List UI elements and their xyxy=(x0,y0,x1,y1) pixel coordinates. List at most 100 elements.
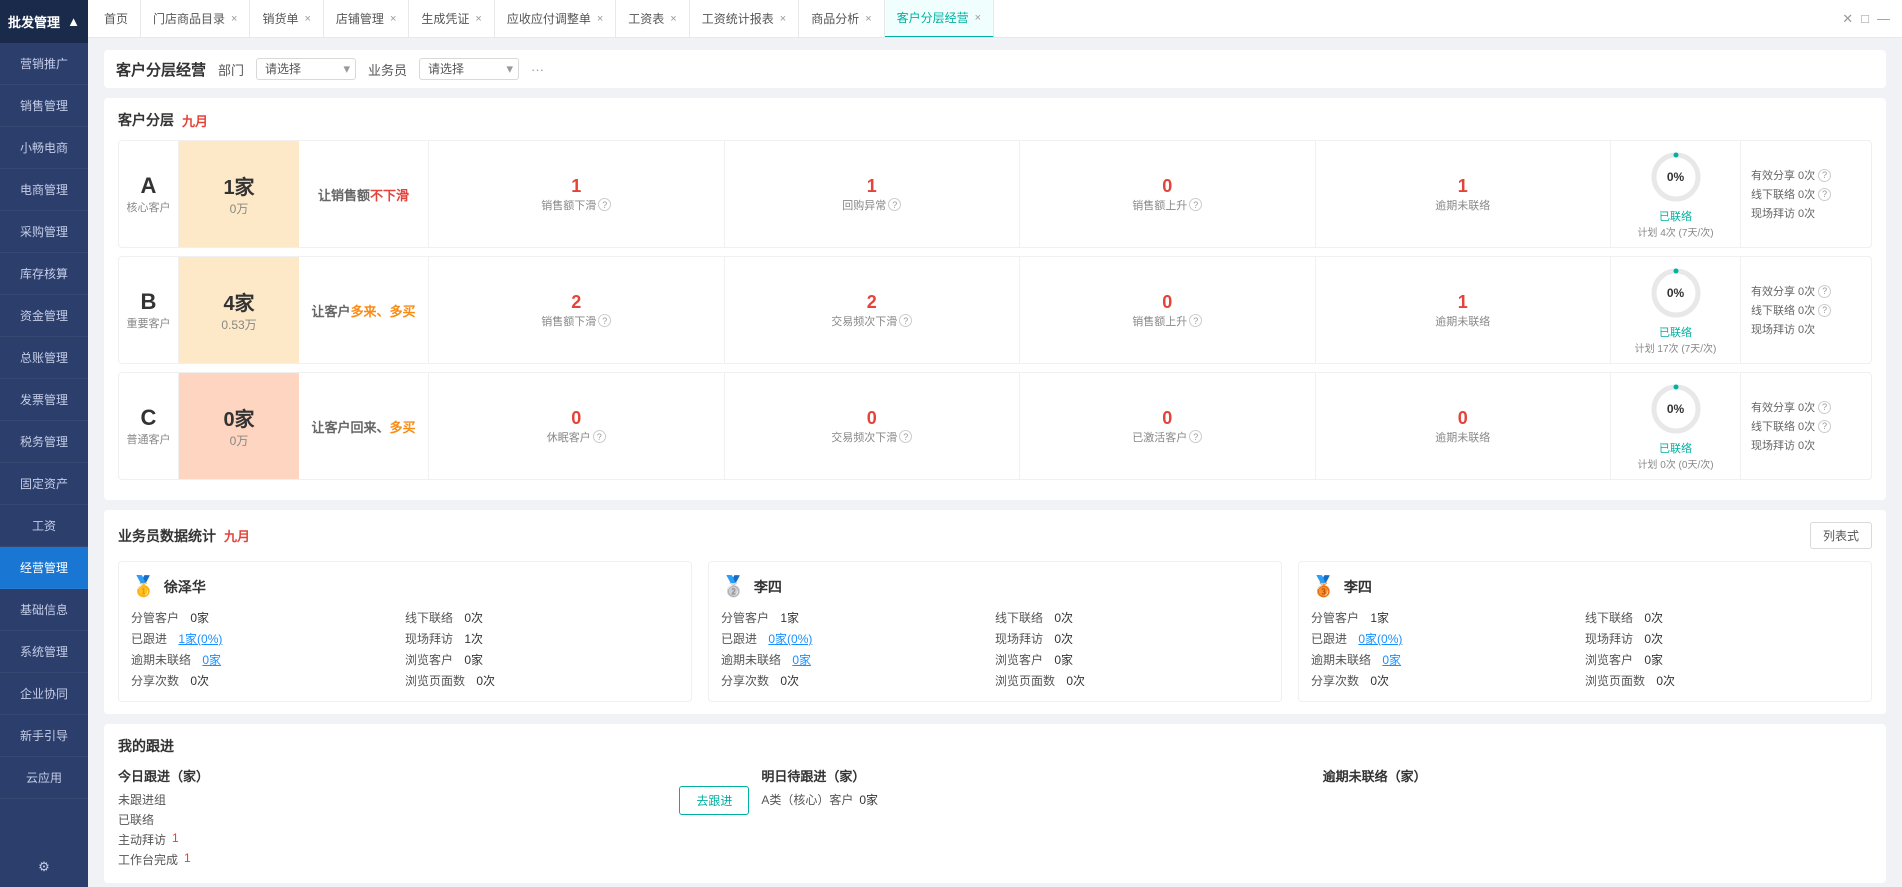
go-followup-button[interactable]: 去跟进 xyxy=(679,786,749,815)
tier-row-b: B 重要客户 4家 0.53万 让客户多来、多买 2 销售额下滑? 2 xyxy=(118,256,1872,364)
tab-store-mgmt[interactable]: 店铺管理× xyxy=(324,0,409,38)
sidebar-item-tax[interactable]: 税务管理 xyxy=(0,421,88,463)
sidebar-item-wage[interactable]: 工资 xyxy=(0,505,88,547)
info-icon-c2[interactable]: ? xyxy=(1189,430,1202,443)
stat-b-1: 线下联络 0次? xyxy=(1751,302,1861,318)
info-icon-a1[interactable]: ? xyxy=(888,198,901,211)
close-tab-store-mgmt[interactable]: × xyxy=(390,13,396,25)
stat-info-a1[interactable]: ? xyxy=(1818,188,1831,201)
metric-a-2-num: 0 xyxy=(1162,176,1172,197)
tab-prev-icon[interactable]: ✕ xyxy=(1842,11,1853,27)
info-icon-b0[interactable]: ? xyxy=(598,314,611,327)
sales-select[interactable]: 请选择 xyxy=(419,58,519,80)
close-tab-ar-adjust[interactable]: × xyxy=(597,13,603,25)
sp-val-0-2[interactable]: 1家(0%) xyxy=(178,630,222,647)
metric-c-2[interactable]: 0 已激活客户? xyxy=(1020,373,1316,479)
sp-header-1: 🥈 李四 xyxy=(721,574,1269,599)
sidebar-item-basic[interactable]: 基础信息 xyxy=(0,589,88,631)
close-tab-payroll-report[interactable]: × xyxy=(780,13,786,25)
metric-a-1[interactable]: 1 回购异常? xyxy=(725,141,1021,247)
sp-row-2-6: 分享次数 0次 xyxy=(1311,672,1585,689)
tab-payroll-report[interactable]: 工资统计报表× xyxy=(690,0,799,38)
sidebar-item-ecommerce[interactable]: 小畅电商 xyxy=(0,127,88,169)
sidebar-collapse-icon[interactable]: ▲ xyxy=(67,14,80,29)
stat-info-b1[interactable]: ? xyxy=(1818,304,1831,317)
sidebar-item-management[interactable]: 经营管理 xyxy=(0,547,88,589)
tab-voucher[interactable]: 生成凭证× xyxy=(409,0,494,38)
sales-title-area: 业务员数据统计 九月 xyxy=(118,526,250,546)
metric-c-1[interactable]: 0 交易频次下滑? xyxy=(725,373,1021,479)
metric-b-2[interactable]: 0 销售额上升? xyxy=(1020,257,1316,363)
tier-stats-c: 有效分享 0次? 线下联络 0次? 现场拜访 0次 xyxy=(1741,373,1871,479)
close-tab-customer-tier[interactable]: × xyxy=(975,12,981,24)
tab-menu-icon[interactable]: — xyxy=(1877,11,1890,26)
close-tab-voucher[interactable]: × xyxy=(475,13,481,25)
sidebar-item-purchase[interactable]: 采购管理 xyxy=(0,211,88,253)
info-icon-b2[interactable]: ? xyxy=(1189,314,1202,327)
sp-val-2-7: 0次 xyxy=(1656,672,1675,689)
info-icon-a2[interactable]: ? xyxy=(1189,198,1202,211)
circle-pct-b: 0% xyxy=(1648,265,1704,321)
stat-info-c0[interactable]: ? xyxy=(1818,401,1831,414)
metric-c-3[interactable]: 0 逾期未联络 xyxy=(1316,373,1612,479)
stat-info-a0[interactable]: ? xyxy=(1818,169,1831,182)
metric-a-3[interactable]: 1 逾期未联络 xyxy=(1316,141,1612,247)
close-tab-payroll[interactable]: × xyxy=(670,13,676,25)
sp-name-0: 徐泽华 xyxy=(164,577,206,597)
followup-overdue-col: 逾期未联络（家） xyxy=(1323,766,1872,791)
tab-customer-tier[interactable]: 客户分层经营× xyxy=(885,0,994,38)
sidebar-item-cloud[interactable]: 云应用 xyxy=(0,757,88,799)
stat-a-0: 有效分享 0次? xyxy=(1751,167,1861,183)
sidebar-item-collab[interactable]: 企业协同 xyxy=(0,673,88,715)
metric-b-3[interactable]: 1 逾期未联络 xyxy=(1316,257,1612,363)
sp-val-1-3: 0次 xyxy=(1054,630,1073,647)
metric-a-2[interactable]: 0 销售额上升? xyxy=(1020,141,1316,247)
metric-a-0[interactable]: 1 销售额下滑? xyxy=(429,141,725,247)
tab-store-products[interactable]: 门店商品目录× xyxy=(141,0,250,38)
sp-val-2-2[interactable]: 0家(0%) xyxy=(1358,630,1402,647)
stat-info-c1[interactable]: ? xyxy=(1818,420,1831,433)
sidebar-gear[interactable]: ⚙ xyxy=(0,847,88,887)
list-view-button[interactable]: 列表式 xyxy=(1810,522,1872,549)
sidebar-item-sales[interactable]: 销售管理 xyxy=(0,85,88,127)
sp-row-1-5: 浏览客户 0家 xyxy=(995,651,1269,668)
sidebar-item-marketing[interactable]: 营销推广 xyxy=(0,43,88,85)
tab-ar-adjust[interactable]: 应收应付调整单× xyxy=(495,0,616,38)
tab-next-icon[interactable]: □ xyxy=(1861,11,1869,26)
sidebar-top[interactable]: 批发管理 ▲ xyxy=(0,0,88,43)
metric-c-0[interactable]: 0 休眠客户? xyxy=(429,373,725,479)
sp-row-0-3: 现场拜访 1次 xyxy=(405,630,679,647)
sidebar-item-inventory[interactable]: 库存核算 xyxy=(0,253,88,295)
info-icon-c0[interactable]: ? xyxy=(593,430,606,443)
sidebar-item-invoice[interactable]: 发票管理 xyxy=(0,379,88,421)
metric-b-1[interactable]: 2 交易频次下滑? xyxy=(725,257,1021,363)
tab-controls: ✕ □ — xyxy=(1834,11,1898,27)
more-options-icon[interactable]: ··· xyxy=(531,62,544,77)
sp-val-0-4[interactable]: 0家 xyxy=(202,651,221,668)
sidebar-item-fixedassets[interactable]: 固定资产 xyxy=(0,463,88,505)
tab-sales-order[interactable]: 销货单× xyxy=(250,0,323,38)
sidebar-item-guide[interactable]: 新手引导 xyxy=(0,715,88,757)
tab-home[interactable]: 首页 xyxy=(92,0,141,38)
info-icon-c1[interactable]: ? xyxy=(899,430,912,443)
stat-info-b0[interactable]: ? xyxy=(1818,285,1831,298)
dept-select[interactable]: 请选择 xyxy=(256,58,356,80)
info-icon-a0[interactable]: ? xyxy=(598,198,611,211)
sp-row-2-1: 线下联络 0次 xyxy=(1585,609,1859,626)
metric-b-0[interactable]: 2 销售额下滑? xyxy=(429,257,725,363)
tab-product-analysis[interactable]: 商品分析× xyxy=(799,0,884,38)
sidebar-item-capital[interactable]: 资金管理 xyxy=(0,295,88,337)
tab-payroll[interactable]: 工资表× xyxy=(616,0,689,38)
info-icon-b1[interactable]: ? xyxy=(899,314,912,327)
close-tab-store-products[interactable]: × xyxy=(231,13,237,25)
followup-header: 我的跟进 xyxy=(118,736,1872,756)
sp-val-2-4[interactable]: 0家 xyxy=(1382,651,1401,668)
sp-val-1-2[interactable]: 0家(0%) xyxy=(768,630,812,647)
sidebar-item-system[interactable]: 系统管理 xyxy=(0,631,88,673)
metric-c-0-label: 休眠客户? xyxy=(547,429,606,445)
sidebar-item-ledger[interactable]: 总账管理 xyxy=(0,337,88,379)
sidebar-item-ecom-mgmt[interactable]: 电商管理 xyxy=(0,169,88,211)
close-tab-product-analysis[interactable]: × xyxy=(865,13,871,25)
sp-val-1-4[interactable]: 0家 xyxy=(792,651,811,668)
close-tab-sales-order[interactable]: × xyxy=(304,13,310,25)
